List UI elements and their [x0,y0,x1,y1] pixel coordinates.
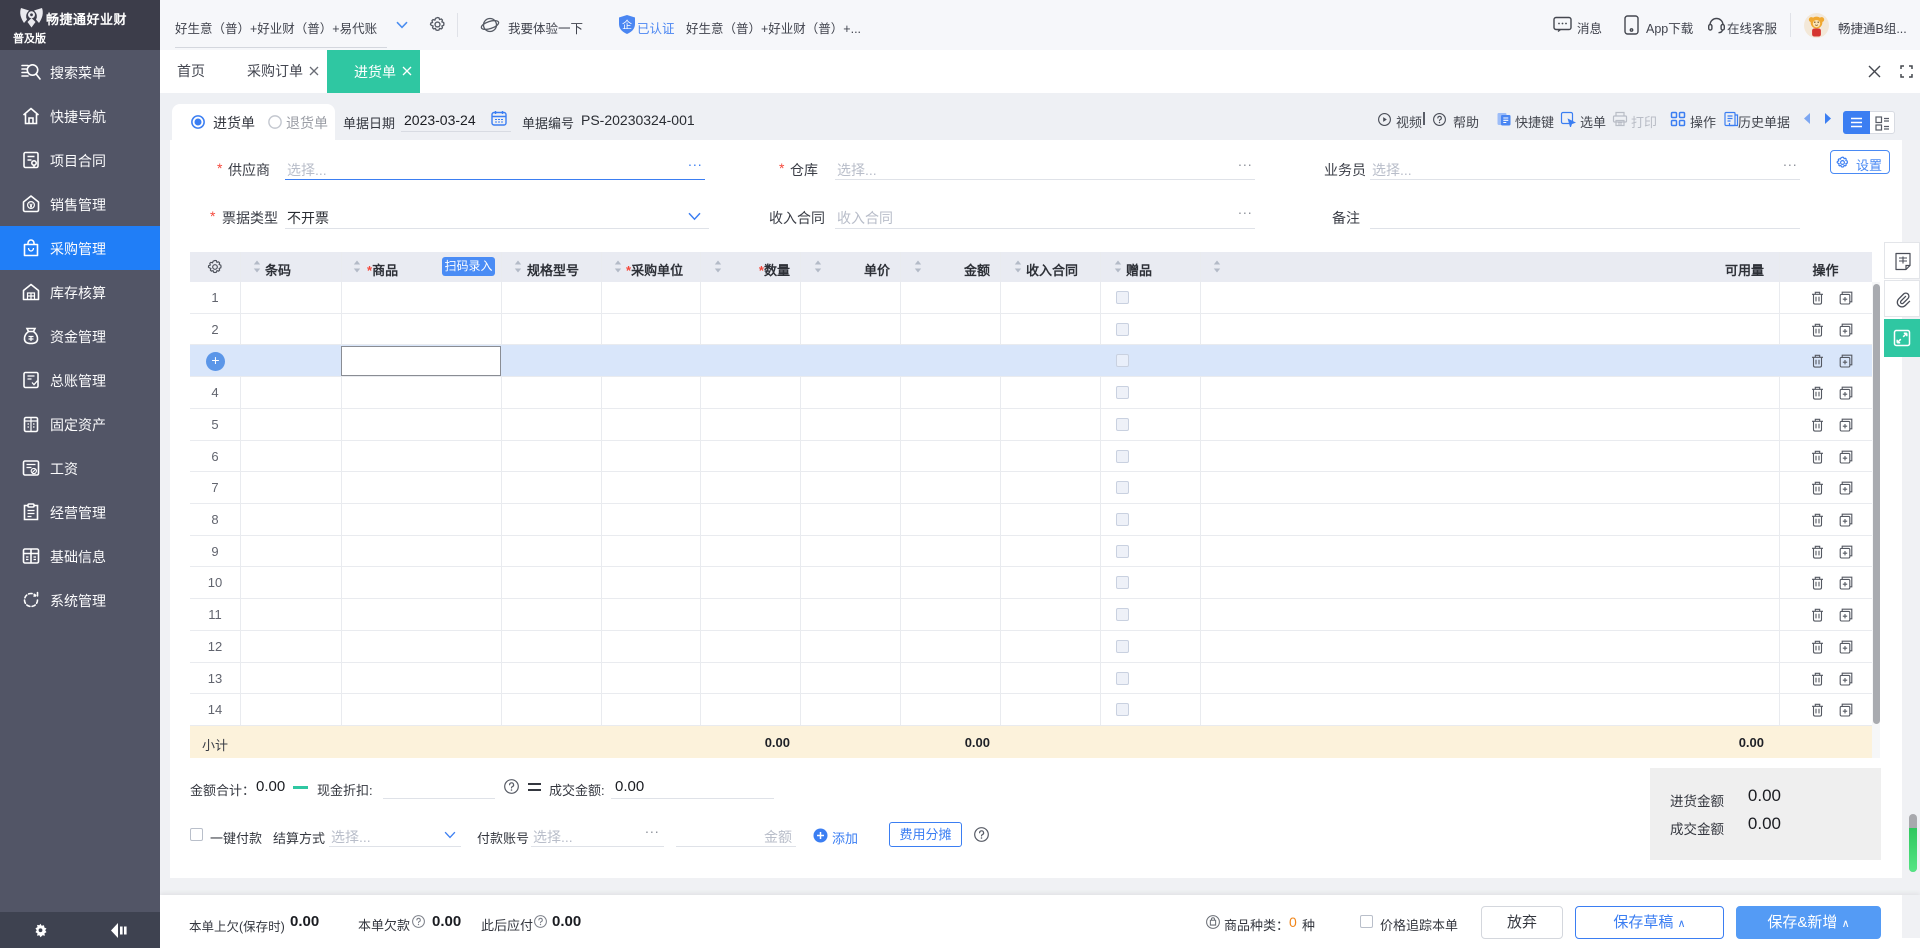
svg-text:企: 企 [622,19,632,32]
